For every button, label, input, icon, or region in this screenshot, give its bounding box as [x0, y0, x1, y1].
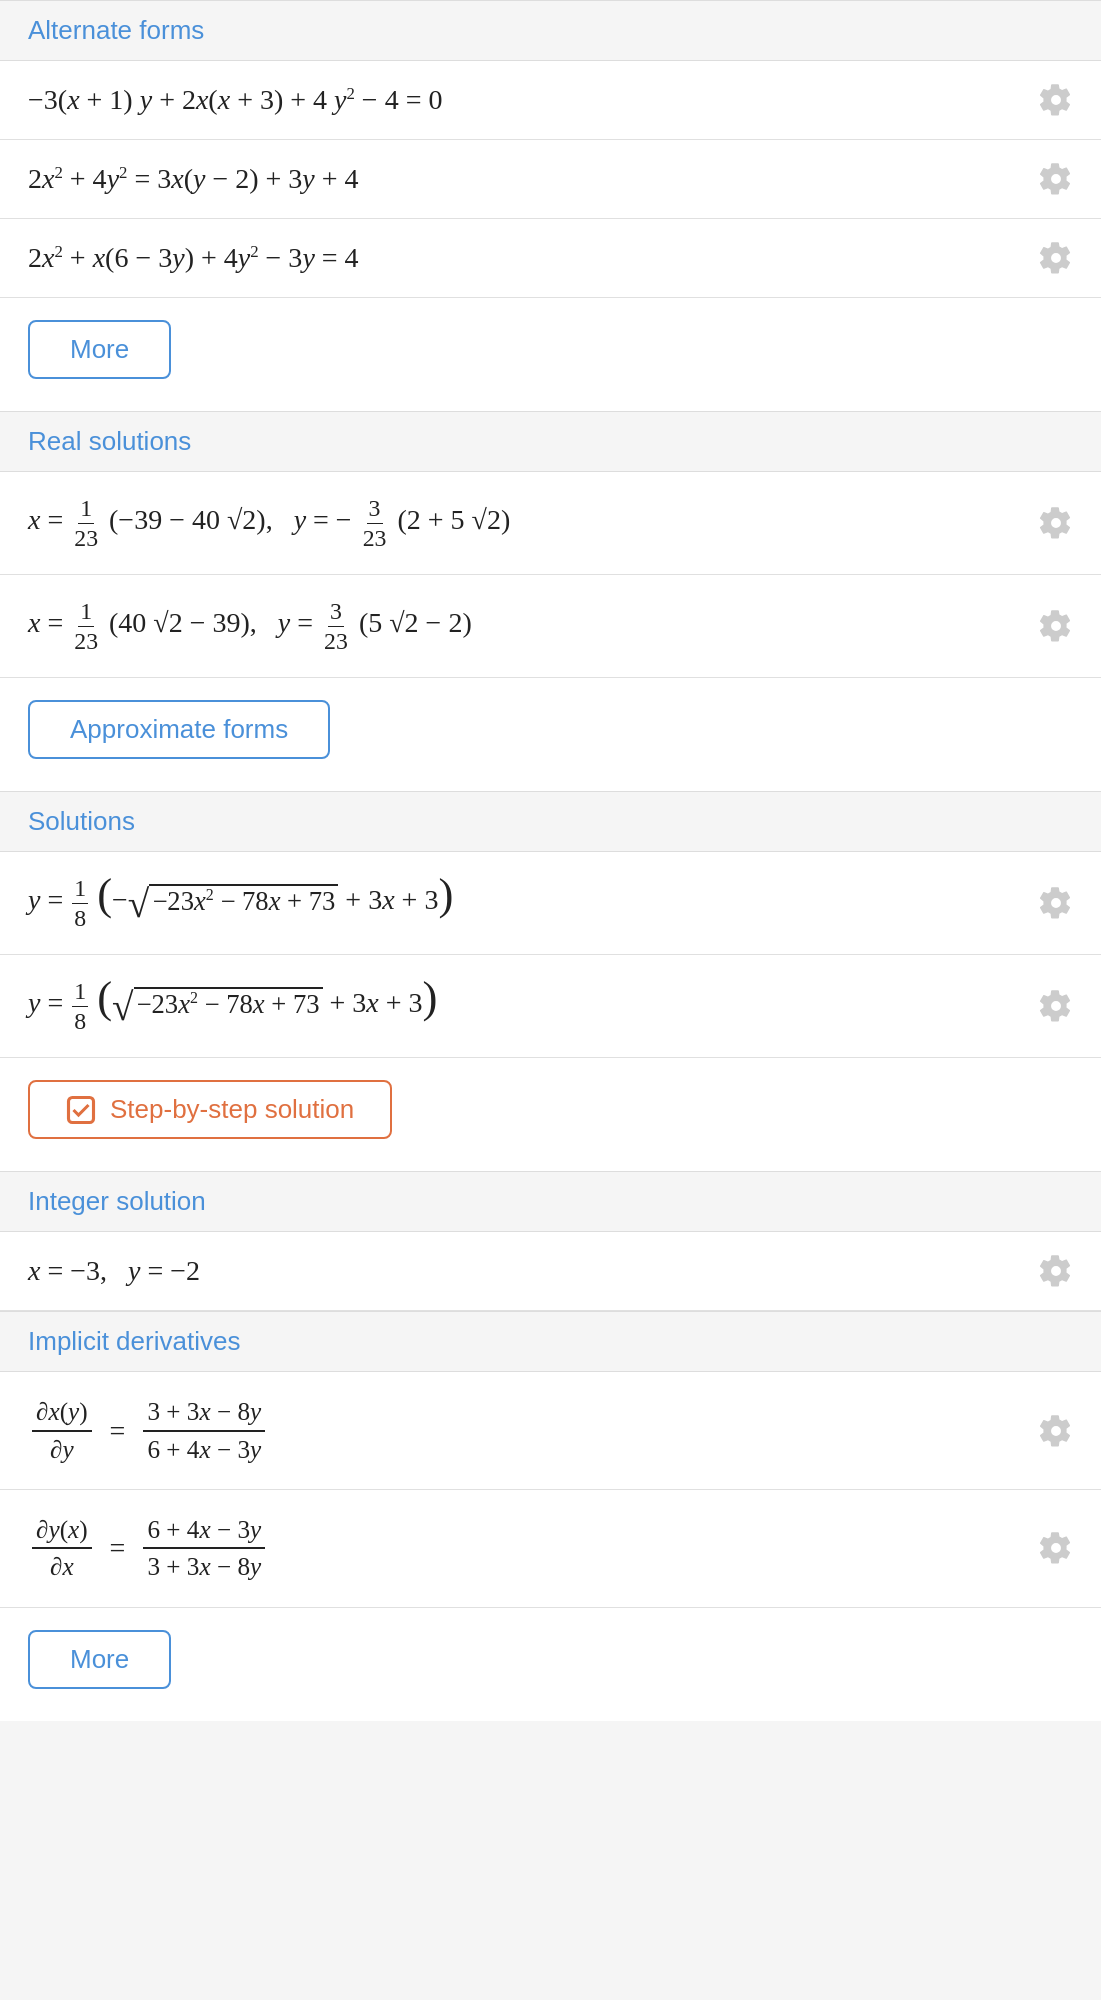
integer-solution-section: Integer solution x = −3, y = −2	[0, 1171, 1101, 1311]
settings-icon-imp1[interactable]	[1039, 1414, 1073, 1448]
settings-icon-int1[interactable]	[1039, 1254, 1073, 1288]
table-row: −3(x + 1) y + 2x(x + 3) + 4 y2 − 4 = 0	[0, 61, 1101, 140]
solution-1: y = 1 8 (−√−23x2 − 78x + 73 + 3x + 3)	[28, 874, 1027, 932]
alt-form-1: −3(x + 1) y + 2x(x + 3) + 4 y2 − 4 = 0	[28, 84, 1027, 116]
table-row: ∂y(x) ∂x = 6 + 4x − 3y 3 + 3x − 8y	[0, 1490, 1101, 1608]
table-row: y = 1 8 (−√−23x2 − 78x + 73 + 3x + 3)	[0, 852, 1101, 955]
table-row: x = 1 23 (40 √2 − 39), y = 3 23 (5 √2 − …	[0, 575, 1101, 678]
solution-2: y = 1 8 (√−23x2 − 78x + 73 + 3x + 3)	[28, 977, 1027, 1035]
alt-form-3: 2x2 + x(6 − 3y) + 4y2 − 3y = 4	[28, 242, 1027, 274]
table-row: y = 1 8 (√−23x2 − 78x + 73 + 3x + 3)	[0, 955, 1101, 1058]
table-row: x = 1 23 (−39 − 40 √2), y = − 3 23 (2 + …	[0, 472, 1101, 575]
implicit-derivatives-more-button[interactable]: More	[28, 1630, 171, 1689]
svg-rect-0	[69, 1097, 94, 1122]
implicit-derivative-1: ∂x(y) ∂y = 3 + 3x − 8y 6 + 4x − 3y	[28, 1394, 1027, 1467]
table-row: x = −3, y = −2	[0, 1232, 1101, 1311]
settings-icon-alt1[interactable]	[1039, 83, 1073, 117]
table-row: ∂x(y) ∂y = 3 + 3x − 8y 6 + 4x − 3y	[0, 1372, 1101, 1490]
integer-solution-1: x = −3, y = −2	[28, 1255, 1027, 1287]
settings-icon-sol2[interactable]	[1039, 989, 1073, 1023]
step-by-step-button[interactable]: Step-by-step solution	[28, 1080, 392, 1139]
table-row: 2x2 + x(6 − 3y) + 4y2 − 3y = 4	[0, 219, 1101, 298]
settings-icon-imp2[interactable]	[1039, 1531, 1073, 1565]
implicit-derivatives-section: Implicit derivatives ∂x(y) ∂y = 3 + 3x −…	[0, 1311, 1101, 1720]
alt-form-2: 2x2 + 4y2 = 3x(y − 2) + 3y + 4	[28, 163, 1027, 195]
real-solution-2: x = 1 23 (40 √2 − 39), y = 3 23 (5 √2 − …	[28, 597, 1027, 655]
integer-solution-header: Integer solution	[0, 1171, 1101, 1232]
alternate-forms-more-button[interactable]: More	[28, 320, 171, 379]
alternate-forms-section: Alternate forms −3(x + 1) y + 2x(x + 3) …	[0, 0, 1101, 411]
approximate-forms-button[interactable]: Approximate forms	[28, 700, 330, 759]
implicit-derivatives-header: Implicit derivatives	[0, 1311, 1101, 1372]
real-solutions-header: Real solutions	[0, 411, 1101, 472]
checkmark-icon	[66, 1095, 96, 1125]
real-solution-1: x = 1 23 (−39 − 40 √2), y = − 3 23 (2 + …	[28, 494, 1027, 552]
settings-icon-rs1[interactable]	[1039, 506, 1073, 540]
solutions-header: Solutions	[0, 791, 1101, 852]
settings-icon-rs2[interactable]	[1039, 609, 1073, 643]
implicit-derivative-2: ∂y(x) ∂x = 6 + 4x − 3y 3 + 3x − 8y	[28, 1512, 1027, 1585]
settings-icon-sol1[interactable]	[1039, 886, 1073, 920]
settings-icon-alt2[interactable]	[1039, 162, 1073, 196]
solutions-section: Solutions y = 1 8 (−√−23x2 − 78x + 73 + …	[0, 791, 1101, 1171]
alternate-forms-header: Alternate forms	[0, 0, 1101, 61]
table-row: 2x2 + 4y2 = 3x(y − 2) + 3y + 4	[0, 140, 1101, 219]
settings-icon-alt3[interactable]	[1039, 241, 1073, 275]
real-solutions-section: Real solutions x = 1 23 (−39 − 40 √2), y…	[0, 411, 1101, 791]
